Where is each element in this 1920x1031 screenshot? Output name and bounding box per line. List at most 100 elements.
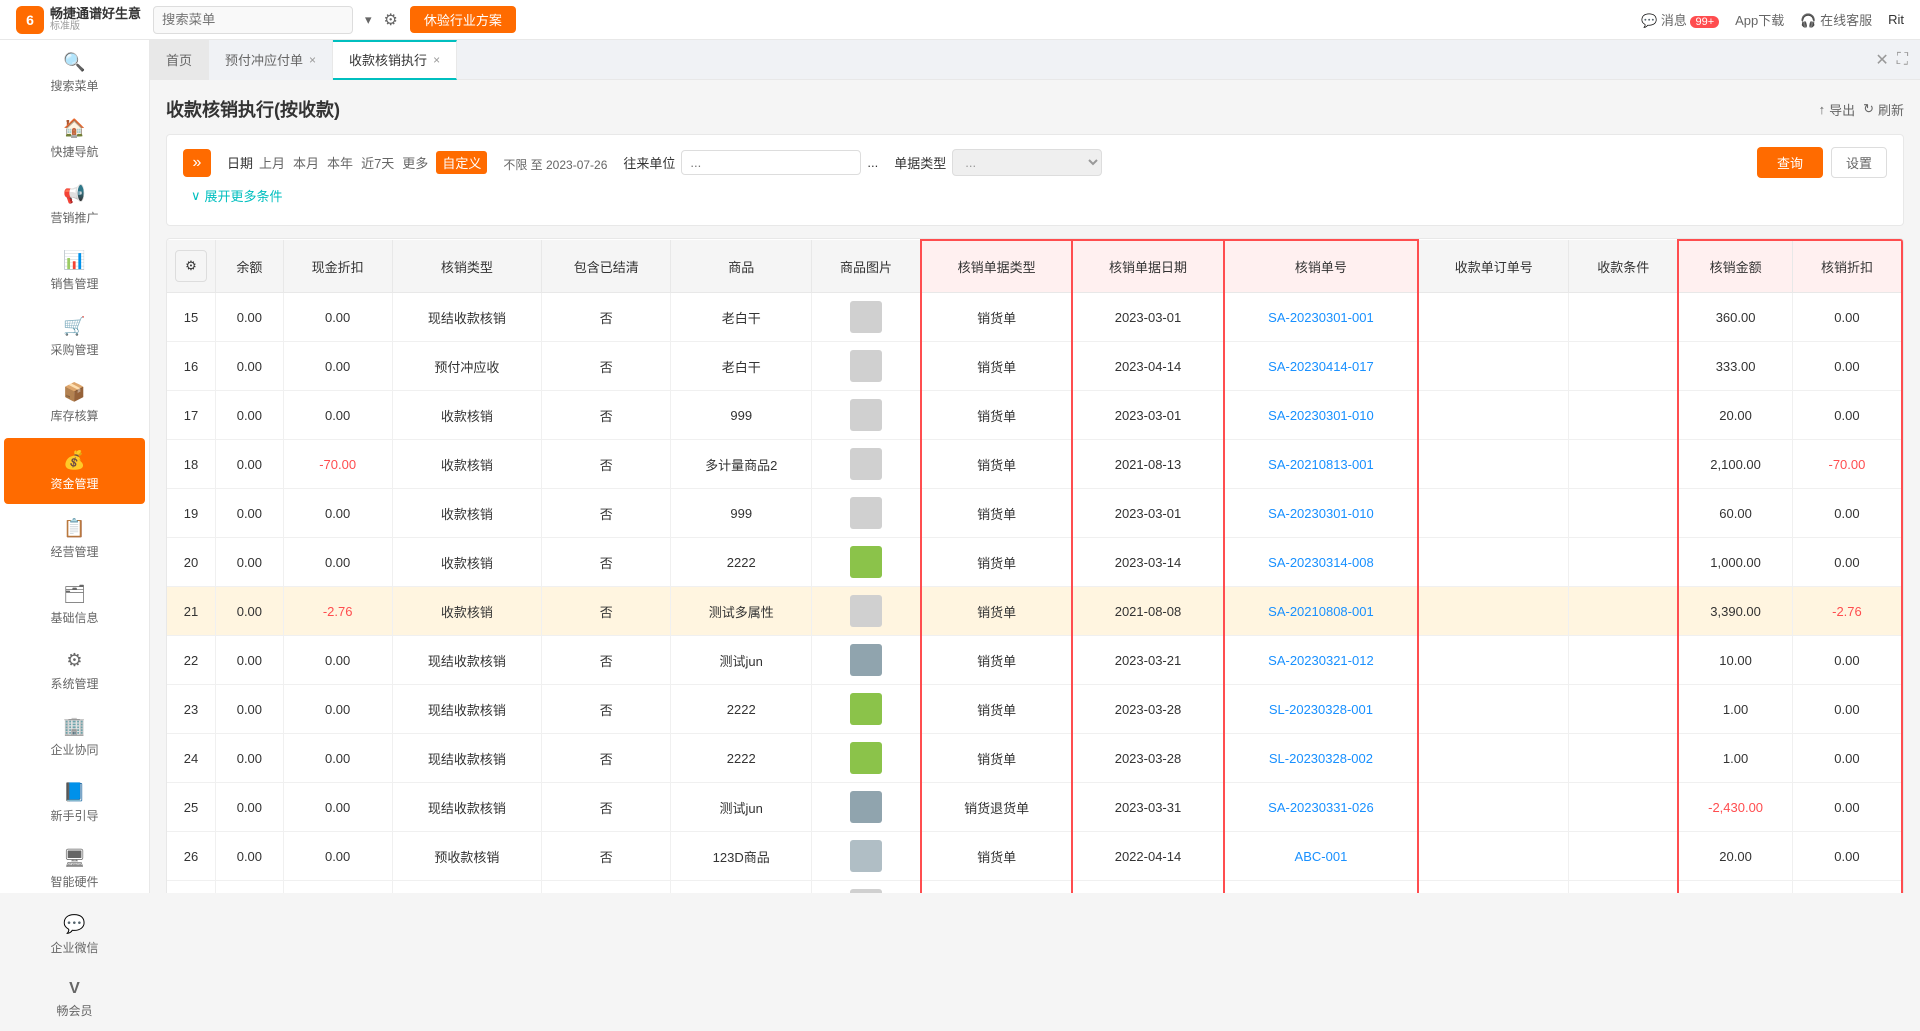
- filter-expand-toggle[interactable]: »: [183, 149, 211, 177]
- cell-receipt-condition: [1569, 685, 1679, 734]
- column-settings-icon[interactable]: ⚙: [175, 250, 207, 282]
- cell-goods: 123D商品: [671, 832, 812, 881]
- top-search-input[interactable]: [153, 6, 353, 34]
- table-row: 18 0.00 -70.00 收款核销 否 多计量商品2 销货单 2021-08…: [167, 440, 1902, 489]
- cell-discount: 0.00: [1792, 293, 1902, 342]
- tab-close-all-icon[interactable]: ✕: [1875, 50, 1888, 70]
- cell-doc-no[interactable]: SL-20230408-001: [1224, 881, 1419, 894]
- cell-amount: 2,100.00: [1678, 440, 1792, 489]
- cell-type: 现结收款核销: [392, 734, 542, 783]
- cell-goods: 老白干: [671, 293, 812, 342]
- th-settings[interactable]: ⚙: [167, 240, 216, 293]
- base-icon: 🗂: [63, 584, 86, 605]
- cell-doc-no[interactable]: SA-20230301-010: [1224, 489, 1419, 538]
- cell-receipt-order-no: [1418, 636, 1568, 685]
- cell-amount: 3,390.00: [1678, 587, 1792, 636]
- cell-doc-type: 销货单: [921, 342, 1072, 391]
- cell-type: 收款核销: [392, 587, 542, 636]
- cell-id: 15: [167, 293, 216, 342]
- cell-cash-discount: 0.00: [283, 685, 392, 734]
- cell-doc-no[interactable]: SA-20230321-012: [1224, 636, 1419, 685]
- cell-id: 24: [167, 734, 216, 783]
- settings-gear-icon[interactable]: ⚙: [384, 10, 398, 30]
- cell-cash-discount: 0.00: [283, 734, 392, 783]
- date-link-prev-month[interactable]: 上月: [259, 153, 285, 172]
- date-link-this-month[interactable]: 本月: [293, 153, 319, 172]
- sidebar-item-finance[interactable]: 💰 资金管理: [4, 438, 145, 504]
- cell-doc-no[interactable]: SA-20230414-017: [1224, 342, 1419, 391]
- cell-cash-discount: 0.00: [283, 636, 392, 685]
- cell-doc-no[interactable]: SA-20230331-026: [1224, 783, 1419, 832]
- sidebar-item-quicknav[interactable]: 🏠 快捷导航: [0, 106, 149, 172]
- sidebar-item-guide[interactable]: 📘 新手引导: [0, 770, 149, 836]
- cell-doc-no[interactable]: SA-20230301-001: [1224, 293, 1419, 342]
- sidebar-item-hardware[interactable]: 🖥 智能硬件: [0, 836, 149, 902]
- th-type: 核销类型: [392, 240, 542, 293]
- sidebar-item-purchase[interactable]: 🛒 采购管理: [0, 304, 149, 370]
- tab-receipt-close[interactable]: ×: [433, 53, 440, 67]
- refresh-btn[interactable]: ↻ 刷新: [1863, 100, 1904, 119]
- sidebar-item-search[interactable]: 🔍 搜索菜单: [0, 40, 149, 106]
- sidebar-item-inventory[interactable]: 📦 库存核算: [0, 370, 149, 436]
- cell-cash-discount: 0.00: [283, 881, 392, 894]
- cell-include-settled: 否: [542, 293, 671, 342]
- cell-doc-no[interactable]: SL-20230328-001: [1224, 685, 1419, 734]
- date-link-more[interactable]: 更多: [402, 153, 428, 172]
- date-link-7days[interactable]: 近7天: [361, 153, 394, 172]
- cell-doc-no[interactable]: SA-20230314-008: [1224, 538, 1419, 587]
- cell-doc-no[interactable]: SA-20210813-001: [1224, 440, 1419, 489]
- cell-balance: 0.00: [216, 685, 284, 734]
- sidebar-item-operations[interactable]: 📋 经营管理: [0, 506, 149, 572]
- sidebar-item-wechat[interactable]: 💬 企业微信: [0, 902, 149, 968]
- date-link-this-year[interactable]: 本年: [327, 153, 353, 172]
- cell-amount: 1.00: [1678, 734, 1792, 783]
- tab-prepay[interactable]: 预付冲应付单 ×: [209, 40, 333, 80]
- message-icon[interactable]: 💬 消息 99+: [1641, 10, 1719, 29]
- user-name: Rit: [1888, 12, 1904, 27]
- sidebar-item-corp[interactable]: 🏢 企业协同: [0, 704, 149, 770]
- date-link-custom[interactable]: 自定义: [436, 151, 487, 174]
- top-bar: 6 畅捷通谱好生意 标准版 ▾ ⚙ 休验行业方案 💬 消息 99+ App下载 …: [0, 0, 1920, 40]
- tab-expand-icon[interactable]: ⛶: [1897, 51, 1908, 69]
- industry-btn[interactable]: 休验行业方案: [410, 6, 516, 33]
- expand-more-btn[interactable]: ∨ 展开更多条件: [191, 186, 1879, 205]
- from-unit-input[interactable]: [681, 150, 861, 175]
- from-unit-label: 往来单位: [623, 153, 675, 172]
- cell-doc-no[interactable]: ABC-001: [1224, 832, 1419, 881]
- app-download-link[interactable]: App下载: [1735, 10, 1784, 29]
- export-btn[interactable]: ↑ 导出: [1819, 100, 1856, 119]
- sidebar-item-base[interactable]: 🗂 基础信息: [0, 572, 149, 638]
- cell-doc-no[interactable]: SA-20230301-010: [1224, 391, 1419, 440]
- date-links: 上月 本月 本年 近7天 更多 自定义: [259, 151, 487, 174]
- tab-receipt[interactable]: 收款核销执行 ×: [333, 40, 457, 80]
- cell-receipt-condition: [1569, 734, 1679, 783]
- cell-discount: 0.00: [1792, 881, 1902, 894]
- sidebar-item-sales[interactable]: 📊 销售管理: [0, 238, 149, 304]
- sidebar-item-system[interactable]: ⚙ 系统管理: [0, 638, 149, 704]
- content-area: 首页 预付冲应付单 × 收款核销执行 × ✕ ⛶ 收款核销执行(按收款): [150, 40, 1920, 893]
- setting-btn[interactable]: 设置: [1831, 147, 1887, 178]
- export-icon: ↑: [1819, 102, 1826, 117]
- online-service-link[interactable]: 🎧 在线客服: [1800, 10, 1872, 29]
- sidebar-item-vip[interactable]: V 畅会员: [0, 968, 149, 1031]
- cell-doc-no[interactable]: SL-20230328-002: [1224, 734, 1419, 783]
- sidebar-item-marketing[interactable]: 📢 营销推广: [0, 172, 149, 238]
- tab-home[interactable]: 首页: [150, 40, 209, 80]
- table-row: 16 0.00 0.00 预付冲应收 否 老白干 销货单 2023-04-14 …: [167, 342, 1902, 391]
- purchase-icon: 🛒: [63, 316, 85, 337]
- dropdown-arrow-icon[interactable]: ▾: [365, 12, 372, 28]
- cell-id: 21: [167, 587, 216, 636]
- guide-icon: 📘: [63, 782, 85, 803]
- cell-receipt-condition: [1569, 538, 1679, 587]
- query-btn[interactable]: 查询: [1757, 147, 1823, 178]
- cell-receipt-order-no: [1418, 538, 1568, 587]
- tab-prepay-close[interactable]: ×: [309, 53, 316, 67]
- cell-doc-no[interactable]: SA-20210808-001: [1224, 587, 1419, 636]
- cell-doc-date: 2023-03-21: [1072, 636, 1223, 685]
- table-header-row: ⚙ 余额 现金折扣 核销类型 包含已结清 商品 商品图片 核销单据类型 核销单据…: [167, 240, 1902, 293]
- doc-type-select[interactable]: ...: [952, 149, 1102, 176]
- th-goods-img: 商品图片: [812, 240, 922, 293]
- cell-receipt-order-no: [1418, 587, 1568, 636]
- cell-include-settled: 否: [542, 734, 671, 783]
- cell-receipt-order-no: [1418, 881, 1568, 894]
